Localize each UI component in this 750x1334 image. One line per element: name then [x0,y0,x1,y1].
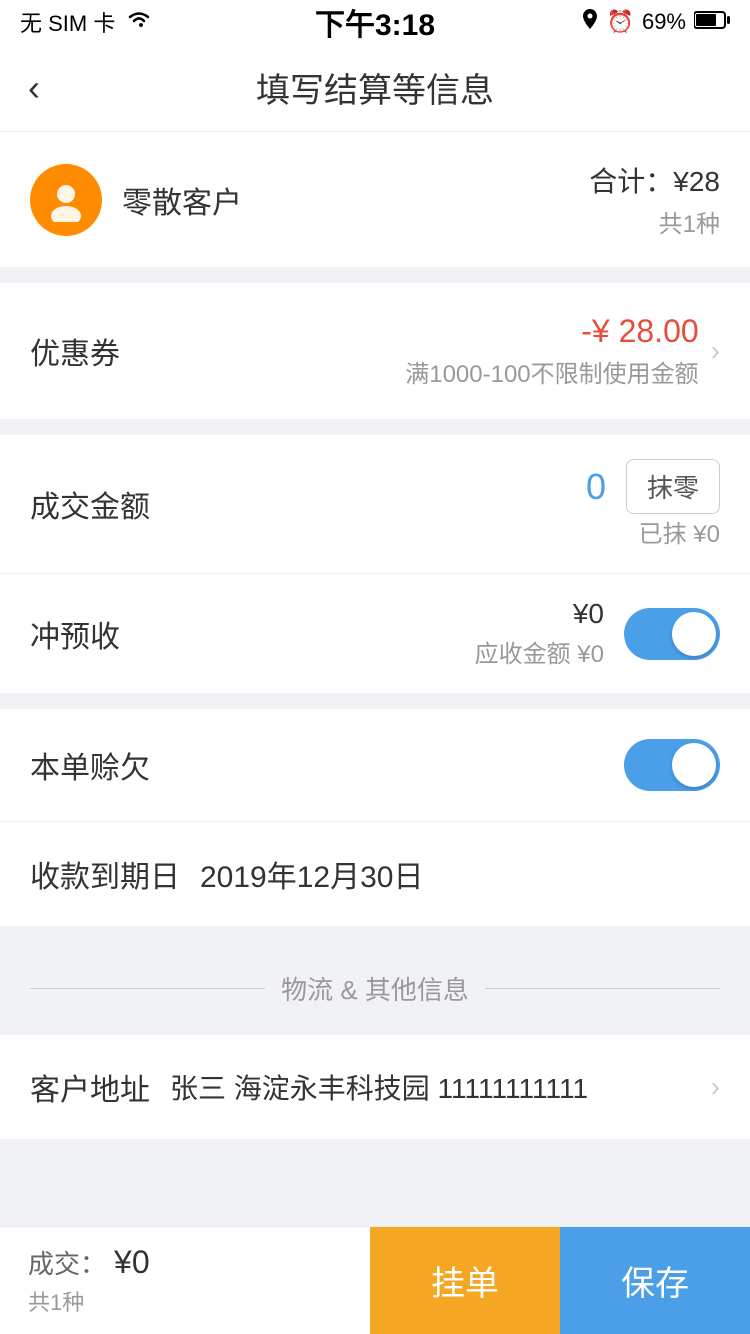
customer-avatar [30,164,102,236]
debit-toggle[interactable] [624,739,720,791]
wifi-icon [125,9,153,35]
customer-name: 零散客户 [122,178,242,222]
right-divider [485,988,720,989]
deal-amount-right: 0 抹零 [566,459,720,514]
deal-amount-sub: 已抹 ¥0 [566,514,720,549]
save-button-label: 保存 [621,1256,689,1305]
customer-row: 零散客户 合计：¥28 共1种 [0,132,750,267]
prepay-label: 冲预收 [30,612,120,656]
battery-label: 69% [642,9,686,35]
total-amount: 合计：¥28 [589,160,720,200]
nav-bar: ‹ 填写结算等信息 [0,44,750,132]
bottom-deal-amount: ¥0 [114,1244,150,1281]
amount-section: 成交金额 0 抹零 已抹 ¥0 冲预收 ¥0 应收金额 ¥0 [0,435,750,693]
coupon-value: -¥ 28.00 [405,313,698,350]
bottom-info: 成交： ¥0 共1种 [0,1244,370,1317]
bottom-bar: 成交： ¥0 共1种 挂单 保存 [0,1226,750,1334]
address-value: 张三 海淀永丰科技园 11111111111 [170,1067,711,1107]
coupon-sub: 满1000-100不限制使用金额 [405,354,698,389]
round-zero-button[interactable]: 抹零 [626,459,720,514]
coupon-section: 优惠券 -¥ 28.00 满1000-100不限制使用金额 › [0,283,750,419]
address-label: 客户地址 [30,1065,150,1109]
pending-button[interactable]: 挂单 [370,1227,560,1334]
prepay-sub: 应收金额 ¥0 [475,634,604,669]
deal-amount-label: 成交金额 [30,482,150,526]
deal-amount-value[interactable]: 0 [566,466,606,508]
coupon-label: 优惠券 [30,329,120,373]
prepay-values: ¥0 应收金额 ¥0 [475,598,604,669]
pending-button-label: 挂单 [431,1256,499,1305]
left-divider [30,988,265,989]
customer-left: 零散客户 [30,164,242,236]
toggle-knob [672,612,716,656]
content: 零散客户 合计：¥28 共1种 优惠券 -¥ 28.00 满1000-100不限… [0,132,750,1259]
nav-title: 填写结算等信息 [256,63,494,112]
alarm-icon: ⏰ [607,9,634,35]
due-date-row: 收款到期日 2019年12月30日 [0,821,750,926]
prepay-row: 冲预收 ¥0 应收金额 ¥0 [0,574,750,693]
debit-row: 本单赊欠 [0,709,750,821]
due-date-label: 收款到期日 [30,852,180,896]
deal-amount-row: 成交金额 0 抹零 已抹 ¥0 [0,435,750,574]
battery-icon [694,9,730,35]
save-button[interactable]: 保存 [560,1227,750,1334]
debit-label: 本单赊欠 [30,743,150,787]
status-bar-right: ⏰ 69% [581,8,730,36]
status-bar: 无 SIM 卡 下午3:18 ⏰ 69% [0,0,750,44]
coupon-row[interactable]: 优惠券 -¥ 28.00 满1000-100不限制使用金额 › [0,283,750,419]
bottom-count: 共1种 [28,1285,342,1317]
debit-section: 本单赊欠 收款到期日 2019年12月30日 [0,709,750,926]
total-count: 共1种 [589,204,720,239]
prepay-amount: ¥0 [475,598,604,630]
debit-toggle-knob [672,743,716,787]
status-bar-left: 无 SIM 卡 [20,6,153,38]
logistics-title: 物流 & 其他信息 [281,970,469,1007]
prepay-right: ¥0 应收金额 ¥0 [475,598,720,669]
coupon-right: -¥ 28.00 满1000-100不限制使用金额 › [405,313,720,389]
address-chevron-icon: › [711,1071,720,1103]
back-button[interactable]: ‹ [28,67,40,109]
bottom-deal-label: 成交： [28,1244,106,1281]
prepay-toggle[interactable] [624,608,720,660]
customer-summary: 合计：¥28 共1种 [589,160,720,239]
sim-label: 无 SIM 卡 [20,6,115,38]
status-bar-time: 下午3:18 [315,0,435,44]
address-row[interactable]: 客户地址 张三 海淀永丰科技园 11111111111 › [0,1035,750,1139]
due-date-value[interactable]: 2019年12月30日 [200,852,423,896]
chevron-right-icon: › [711,335,720,367]
coupon-value-block: -¥ 28.00 满1000-100不限制使用金额 [405,313,698,389]
location-icon [581,8,599,36]
address-section: 客户地址 张三 海淀永丰科技园 11111111111 › [0,1035,750,1139]
logistics-header: 物流 & 其他信息 [0,942,750,1035]
